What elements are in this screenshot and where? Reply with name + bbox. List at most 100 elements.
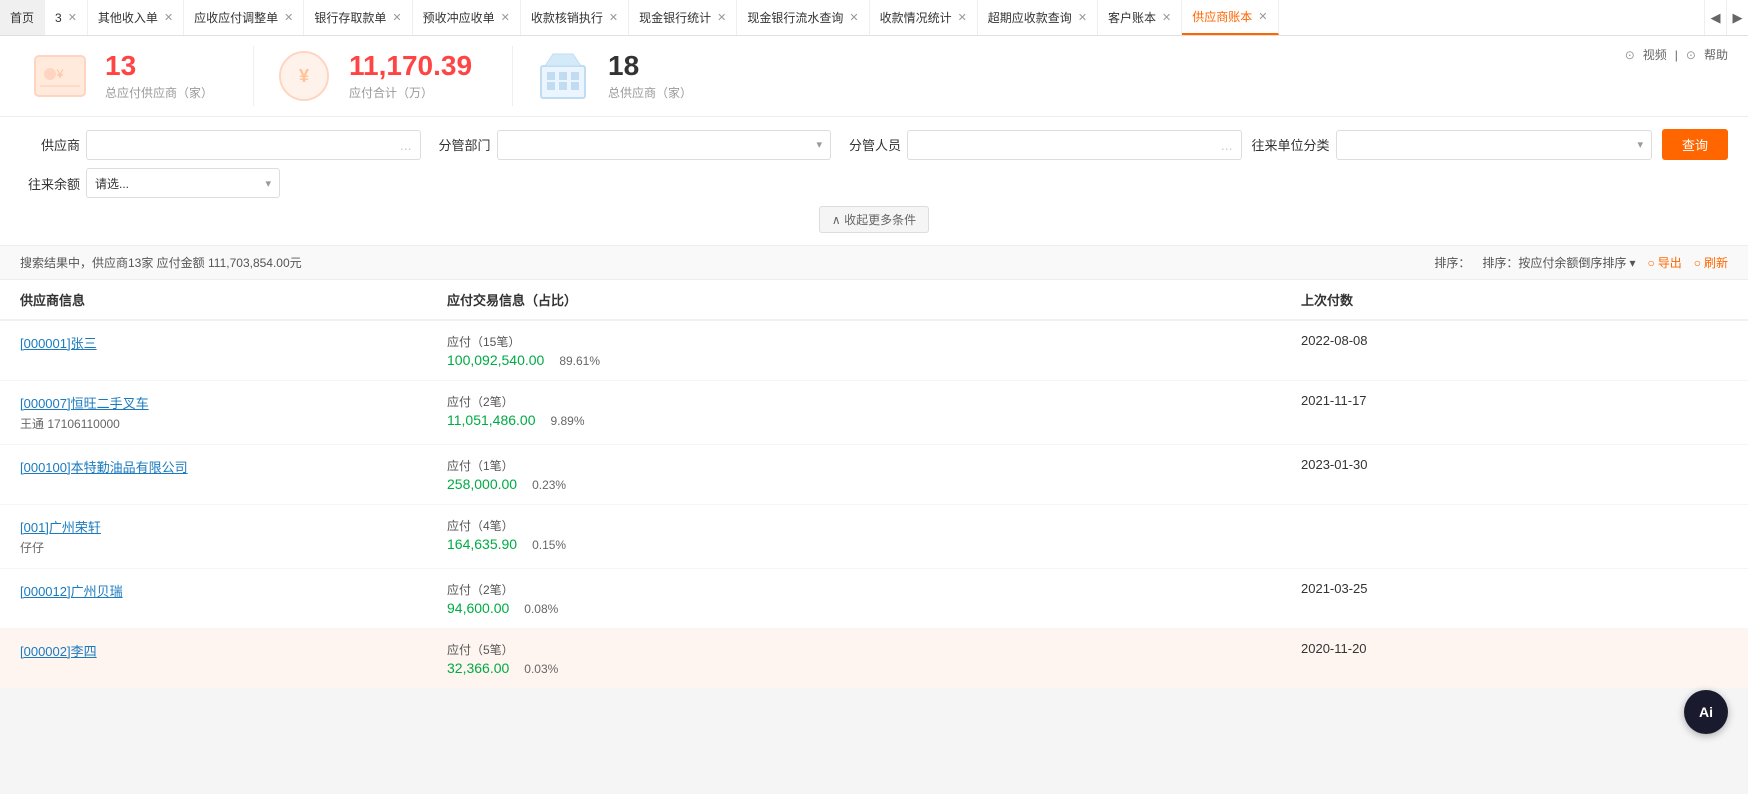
supplier-input[interactable]: [95, 138, 400, 152]
nav-tab-customer-ledger-label: 客户账本: [1108, 9, 1156, 26]
nav-tab-supplier-ledger[interactable]: 供应商账本 ✕: [1182, 0, 1278, 35]
nav-left-arrow[interactable]: ◀: [1704, 0, 1726, 36]
nav-tab-bank-deposit[interactable]: 银行存取款单 ✕: [304, 0, 412, 35]
sort-arrow: ▾: [1629, 256, 1635, 270]
ai-button[interactable]: Ai: [1684, 690, 1728, 734]
nav-right-arrow[interactable]: ▶: [1726, 0, 1748, 36]
sort-select[interactable]: 排序：按应付余额倒序排序 ▾: [1482, 254, 1635, 271]
tx-percent-2: 0.23%: [532, 478, 566, 492]
stat-payable-total-info: 11,170.39 应付合计（万）: [349, 52, 472, 101]
svg-text:¥: ¥: [56, 67, 64, 81]
last-date-2: 2023-01-30: [1301, 457, 1728, 472]
nav-tab-collection-stats-close[interactable]: ✕: [958, 11, 967, 24]
table-row: [001]广州荣轩 仔仔 应付（4笔） 164,635.90 0.15%: [0, 505, 1748, 569]
tx-amount-3[interactable]: 164,635.90: [447, 536, 517, 552]
video-icon: ⊙: [1625, 48, 1635, 62]
tx-amount-0[interactable]: 100,092,540.00: [447, 352, 544, 368]
query-button[interactable]: 查询: [1662, 129, 1728, 160]
nav-tab-advance-offset[interactable]: 预收冲应收单 ✕: [413, 0, 521, 35]
table-row: [000007]恒旺二手叉车 王通 17106110000 应付（2笔） 11,…: [0, 381, 1748, 445]
supplier-link-5[interactable]: [000002]李四: [20, 641, 447, 660]
nav-tab-cash-bank-stats-close[interactable]: ✕: [717, 11, 726, 24]
tx-amount-5[interactable]: 32,366.00: [447, 660, 509, 676]
supplier-info-5: [000002]李四: [20, 641, 447, 660]
nav-tab-3-label: 3: [55, 11, 62, 25]
nav-tab-cash-bank-flow-close[interactable]: ✕: [849, 11, 858, 24]
stat-total-suppliers-info: 18 总供应商（家）: [608, 52, 692, 101]
nav-tab-collection-exec-label: 收款核销执行: [531, 9, 603, 26]
nav-tab-bank-deposit-close[interactable]: ✕: [392, 11, 401, 24]
nav-tab-customer-ledger-close[interactable]: ✕: [1162, 11, 1171, 24]
search-row-1: 供应商 ... 分管部门 ▾ 分管人员 ... 往来单位分类: [20, 129, 1728, 160]
nav-tab-3-close[interactable]: ✕: [68, 11, 77, 24]
table-row: [000100]本特勤油品有限公司 应付（1笔） 258,000.00 0.23…: [0, 445, 1748, 505]
nav-tab-3[interactable]: 3 ✕: [45, 0, 88, 35]
tx-percent-1: 9.89%: [551, 414, 585, 428]
nav-tab-advance-offset-label: 预收冲应收单: [423, 9, 495, 26]
supplier-link-3[interactable]: [001]广州荣轩: [20, 517, 447, 536]
nav-tab-cash-bank-flow[interactable]: 现金银行流水查询 ✕: [737, 0, 869, 35]
nav-home[interactable]: 首页: [0, 0, 45, 35]
tx-amount-4[interactable]: 94,600.00: [447, 600, 509, 616]
department-select[interactable]: ▾: [497, 130, 832, 160]
balance-select[interactable]: 请选... ▾: [86, 168, 280, 198]
tx-amount-1[interactable]: 11,051,486.00: [447, 412, 536, 428]
tx-percent-0: 89.61%: [559, 354, 600, 368]
nav-tab-collection-exec-close[interactable]: ✕: [609, 11, 618, 24]
help-link[interactable]: 帮助: [1704, 46, 1728, 63]
nav-tab-advance-offset-close[interactable]: ✕: [501, 11, 510, 24]
stat-payable-suppliers-value: 13: [105, 52, 213, 80]
unit-category-select[interactable]: ▾: [1336, 130, 1652, 160]
link-separator: |: [1675, 48, 1678, 62]
table-header: 供应商信息 应付交易信息（占比） 上次付数: [0, 280, 1748, 321]
tx-percent-4: 0.08%: [524, 602, 558, 616]
nav-tab-overdue-ar-close[interactable]: ✕: [1078, 11, 1087, 24]
supplier-sub-3: 仔仔: [20, 539, 447, 556]
help-icon: ⊙: [1686, 48, 1696, 62]
last-date-4: 2021-03-25: [1301, 581, 1728, 596]
supplier-sub-1: 王通 17106110000: [20, 415, 447, 432]
table-header-last-payment: 上次付数: [1301, 290, 1728, 309]
supplier-link-0[interactable]: [000001]张三: [20, 333, 447, 352]
supplier-link-1[interactable]: [000007]恒旺二手叉车: [20, 393, 447, 412]
top-right-links: ⊙ 视频 | ⊙ 帮助: [1625, 46, 1728, 63]
total-suppliers-icon: [533, 46, 593, 106]
refresh-icon: ○: [1694, 256, 1701, 270]
nav-tab-other-income-close[interactable]: ✕: [164, 11, 173, 24]
nav-tab-customer-ledger[interactable]: 客户账本 ✕: [1098, 0, 1182, 35]
right-actions: 排序： 排序：按应付余额倒序排序 ▾ ○ 导出 ○ 刷新: [1434, 254, 1728, 271]
nav-tab-overdue-ar[interactable]: 超期应收款查询 ✕: [978, 0, 1098, 35]
refresh-button[interactable]: ○ 刷新: [1694, 254, 1728, 271]
nav-tab-ar-ap-adjust[interactable]: 应收应付调整单 ✕: [184, 0, 304, 35]
search-field-department: 分管部门 ▾: [431, 130, 832, 160]
last-date-1: 2021-11-17: [1301, 393, 1728, 408]
unit-category-arrow: ▾: [1637, 138, 1643, 151]
export-button[interactable]: ○ 导出: [1647, 254, 1681, 271]
supplier-link-4[interactable]: [000012]广州贝瑞: [20, 581, 447, 600]
video-link[interactable]: 视频: [1643, 46, 1667, 63]
tx-amount-2[interactable]: 258,000.00: [447, 476, 517, 492]
nav-tab-supplier-ledger-close[interactable]: ✕: [1258, 10, 1267, 23]
supplier-dots: ...: [400, 137, 412, 153]
nav-tab-cash-bank-stats[interactable]: 现金银行统计 ✕: [629, 0, 737, 35]
balance-label: 往来余额: [20, 174, 80, 193]
nav-home-label: 首页: [10, 9, 34, 26]
nav-tab-ar-ap-adjust-close[interactable]: ✕: [284, 11, 293, 24]
search-field-manager: 分管人员 ...: [841, 130, 1242, 160]
nav-tab-ar-ap-adjust-label: 应收应付调整单: [194, 9, 278, 26]
manager-input[interactable]: [916, 138, 1221, 152]
search-area: 供应商 ... 分管部门 ▾ 分管人员 ... 往来单位分类: [0, 117, 1748, 246]
manager-input-wrapper[interactable]: ...: [907, 130, 1242, 160]
tx-info-0: 应付（15笔） 100,092,540.00 89.61%: [447, 333, 1301, 368]
search-row-2: 往来余额 请选... ▾: [20, 168, 1728, 198]
balance-arrow: ▾: [265, 177, 271, 190]
supplier-info-3: [001]广州荣轩 仔仔: [20, 517, 447, 556]
nav-tab-collection-exec[interactable]: 收款核销执行 ✕: [521, 0, 629, 35]
nav-tab-other-income[interactable]: 其他收入单 ✕: [88, 0, 184, 35]
supplier-link-2[interactable]: [000100]本特勤油品有限公司: [20, 457, 447, 476]
collapse-button[interactable]: ∧ 收起更多条件: [819, 206, 929, 233]
tx-label-4: 应付（2笔）: [447, 581, 1301, 598]
supplier-input-wrapper[interactable]: ...: [86, 130, 421, 160]
nav-tab-collection-stats[interactable]: 收款情况统计 ✕: [870, 0, 978, 35]
nav-tab-collection-stats-label: 收款情况统计: [880, 9, 952, 26]
